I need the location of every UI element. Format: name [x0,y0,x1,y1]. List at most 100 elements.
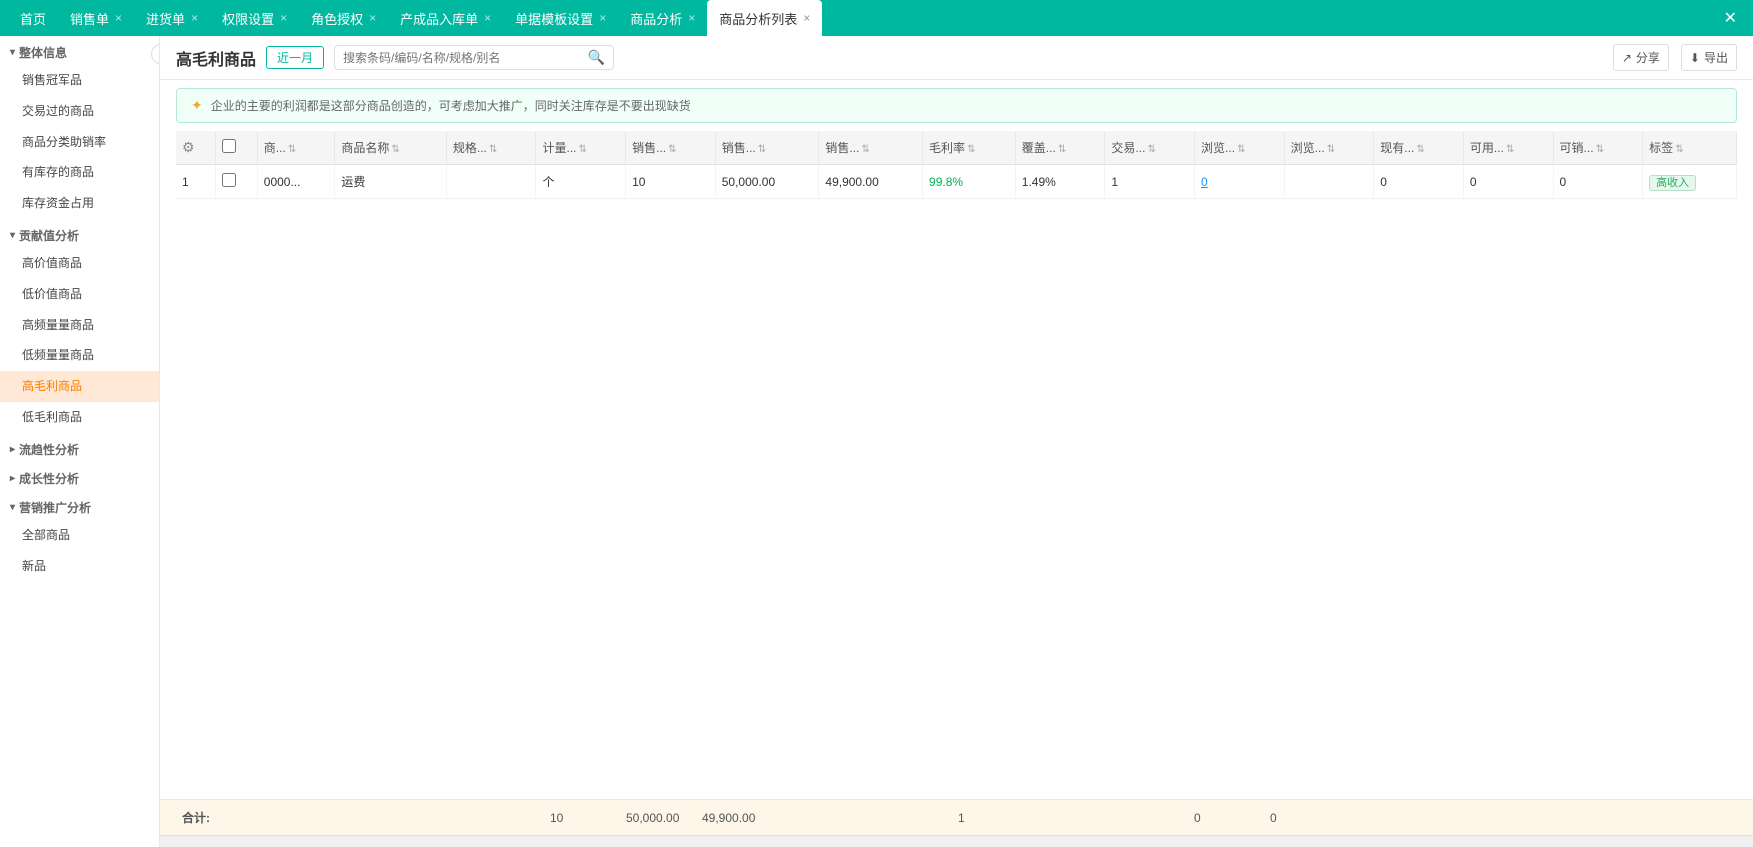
row-browse2 [1284,165,1374,199]
sidebar-group-wealth[interactable]: ▾贡献值分析 [0,219,159,248]
row-browse1[interactable]: 0 [1195,165,1285,199]
sidebar-item-in-stock[interactable]: 有库存的商品 [0,157,159,188]
col-header-sellable[interactable]: 可销...⇅ [1553,131,1643,165]
group-arrow-overall: ▾ [10,47,15,58]
sort-icon-tag[interactable]: ⇅ [1675,144,1683,155]
col-header-sales_amount[interactable]: 销售...⇅ [715,131,819,165]
sidebar-group-overall[interactable]: ▾整体信息 [0,36,159,65]
share-button[interactable]: ↗ 分享 [1613,44,1669,71]
sidebar-item-low-value[interactable]: 低价值商品 [0,279,159,310]
tab-close-role[interactable]: × [369,11,376,25]
sort-icon-unit[interactable]: ⇅ [579,144,587,155]
col-header-sales_profit[interactable]: 销售...⇅ [819,131,923,165]
row-sellable: 0 [1553,165,1643,199]
sidebar-item-high-freq[interactable]: 高频量量商品 [0,310,159,341]
global-close-button[interactable]: ✕ [1716,8,1745,28]
tab-role[interactable]: 角色授权× [299,0,388,36]
tab-close-permission[interactable]: × [280,11,287,25]
tab-home[interactable]: 首页 [8,0,58,36]
tab-permission[interactable]: 权限设置× [210,0,299,36]
sidebar-item-sales-rank[interactable]: 销售冠军品 [0,65,159,96]
col-header-browse1[interactable]: 浏览...⇅ [1195,131,1285,165]
col-header-checkbox[interactable] [215,131,257,165]
row-spec [446,165,536,199]
export-icon: ⬇ [1690,51,1700,65]
content-area: 高毛利商品 近一月 🔍 ↗ 分享 ⬇ 导出 ✦ 企业的主要的利润都是这部分商品创… [160,36,1753,847]
footer-label: 合计: [182,809,210,826]
col-header-tag[interactable]: 标签⇅ [1643,131,1737,165]
info-banner-text: 企业的主要的利润都是这部分商品创造的，可考虑加大推广，同时关注库存是不要出现缺货 [211,97,691,114]
sort-icon-name[interactable]: ⇅ [391,144,399,155]
col-header-coverage[interactable]: 覆盖...⇅ [1015,131,1105,165]
sidebar-group-trend[interactable]: ▸流趋性分析 [0,433,159,462]
col-header-unit[interactable]: 计量...⇅ [536,131,626,165]
col-header-name[interactable]: 商品名称⇅ [335,131,446,165]
select-all-checkbox[interactable] [222,139,236,153]
row-checkbox[interactable] [215,165,257,199]
sort-icon-code[interactable]: ⇅ [288,144,296,155]
search-icon[interactable]: 🔍 [588,49,605,66]
horizontal-scrollbar[interactable] [160,835,1753,847]
tab-close-sales[interactable]: × [115,11,122,25]
table-container[interactable]: ⚙商...⇅商品名称⇅规格...⇅计量...⇅销售...⇅销售...⇅销售...… [160,131,1753,799]
sidebar-item-new-products[interactable]: 新品 [0,551,159,582]
share-icon: ↗ [1622,51,1632,65]
sort-icon-spec[interactable]: ⇅ [489,144,497,155]
col-header-sales_qty[interactable]: 销售...⇅ [626,131,716,165]
col-header-code[interactable]: 商...⇅ [257,131,335,165]
sort-icon-sales_qty[interactable]: ⇅ [668,144,676,155]
sidebar-item-traded[interactable]: 交易过的商品 [0,96,159,127]
tab-close-analysis-list[interactable]: × [803,11,810,25]
tab-template[interactable]: 单据模板设置× [503,0,618,36]
tab-close-purchase[interactable]: × [191,11,198,25]
sidebar-item-all-products[interactable]: 全部商品 [0,520,159,551]
sort-icon-coverage[interactable]: ⇅ [1058,144,1066,155]
settings-icon[interactable]: ⚙ [182,139,195,155]
tab-close-analysis[interactable]: × [688,11,695,25]
col-header-trade[interactable]: 交易...⇅ [1105,131,1195,165]
export-button[interactable]: ⬇ 导出 [1681,44,1737,71]
sort-icon-trade[interactable]: ⇅ [1147,144,1155,155]
tab-close-template[interactable]: × [599,11,606,25]
row-sales-amount: 50,000.00 [715,165,819,199]
col-header-available[interactable]: 可用...⇅ [1463,131,1553,165]
sidebar-group-marketing[interactable]: ▾营销推广分析 [0,491,159,520]
sort-icon-browse2[interactable]: ⇅ [1327,144,1335,155]
col-header-spec[interactable]: 规格...⇅ [446,131,536,165]
search-input[interactable] [343,51,582,65]
tab-purchase[interactable]: 进货单× [134,0,210,36]
content-header: 高毛利商品 近一月 🔍 ↗ 分享 ⬇ 导出 [160,36,1753,80]
tip-icon: ✦ [191,97,203,114]
top-tabbar: 首页销售单×进货单×权限设置×角色授权×产成品入库单×单据模板设置×商品分析×商… [0,0,1753,36]
sidebar-item-low-margin[interactable]: 低毛利商品 [0,402,159,433]
col-header-settings[interactable]: ⚙ [176,131,215,165]
col-header-current_stock[interactable]: 现有...⇅ [1374,131,1464,165]
group-arrow-marketing: ▾ [10,502,15,513]
sidebar-item-category-rate[interactable]: 商品分类助销率 [0,127,159,158]
time-filter-button[interactable]: 近一月 [266,46,324,69]
row-sales-qty: 10 [626,165,716,199]
sort-icon-sales_profit[interactable]: ⇅ [861,144,869,155]
sidebar-item-high-margin[interactable]: 高毛利商品 [0,371,159,402]
tab-analysis-list[interactable]: 商品分析列表× [707,0,822,36]
table-footer: 合计: 10 50,000.00 49,900.00 1 0 0 [160,799,1753,835]
sort-icon-sales_amount[interactable]: ⇅ [758,144,766,155]
col-header-margin_rate[interactable]: 毛利率⇅ [923,131,1016,165]
tab-analysis[interactable]: 商品分析× [618,0,707,36]
sort-icon-current_stock[interactable]: ⇅ [1416,144,1424,155]
sidebar-item-low-freq[interactable]: 低频量量商品 [0,340,159,371]
sort-icon-available[interactable]: ⇅ [1506,144,1514,155]
tab-close-product-in[interactable]: × [484,11,491,25]
sort-icon-browse1[interactable]: ⇅ [1237,144,1245,155]
tab-product-in[interactable]: 产成品入库单× [388,0,503,36]
footer-available: 0 [1270,811,1330,825]
col-header-browse2[interactable]: 浏览...⇅ [1284,131,1374,165]
sidebar-item-stock-ratio[interactable]: 库存资金占用 [0,188,159,219]
sort-icon-sellable[interactable]: ⇅ [1596,144,1604,155]
tab-sales[interactable]: 销售单× [58,0,134,36]
sidebar-item-high-value[interactable]: 高价值商品 [0,248,159,279]
search-box: 🔍 [334,45,614,70]
sidebar-group-growth[interactable]: ▸成长性分析 [0,462,159,491]
row-tag: 高收入 [1643,165,1737,199]
sort-icon-margin_rate[interactable]: ⇅ [967,144,975,155]
